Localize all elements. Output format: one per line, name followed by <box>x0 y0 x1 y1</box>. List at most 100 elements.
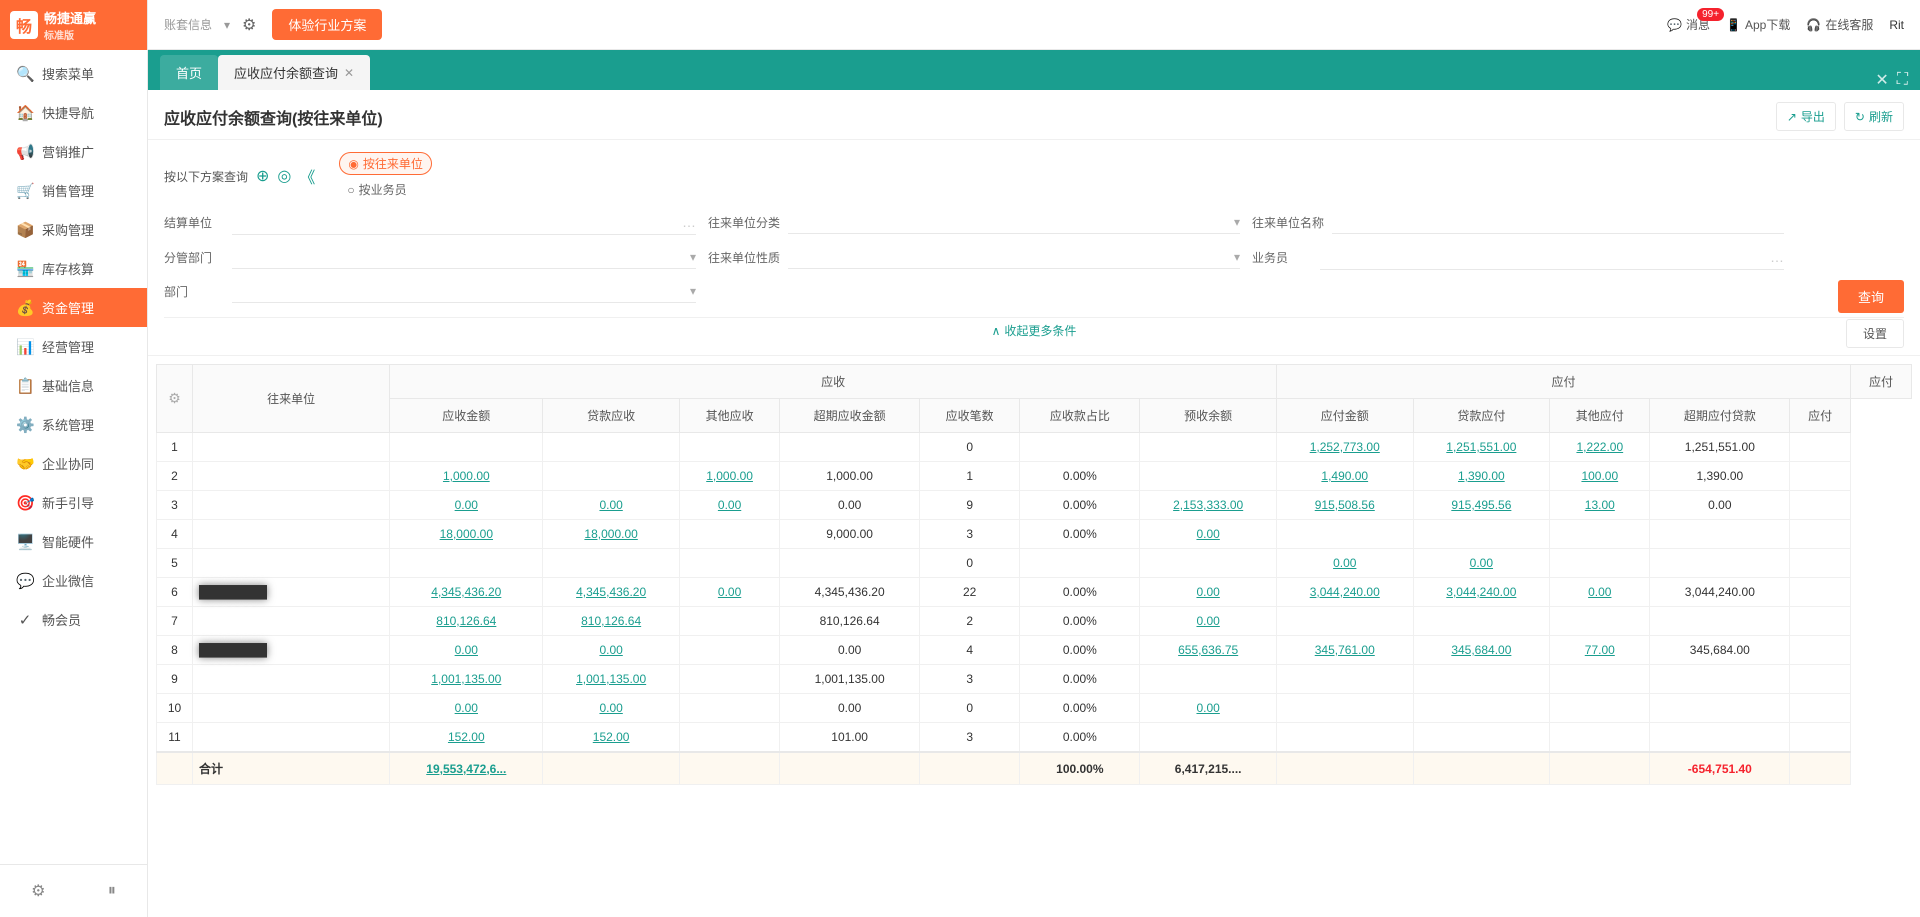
footer-ar-amount[interactable]: 19,553,472,6... <box>390 752 543 785</box>
tab-home-label: 首页 <box>176 63 202 82</box>
filter-row-2: 分管部门 ▾ 往来单位性质 ▾ 业务员 … <box>164 245 1904 270</box>
home-icon: 🏠 <box>16 104 34 122</box>
tab-ar-ap[interactable]: 应收应付余额查询 ✕ <box>218 55 370 90</box>
sidebar-settings-button[interactable]: ⚙ <box>19 873 57 909</box>
scheme-settings-button[interactable]: ◎ <box>277 166 291 186</box>
sidebar-item-finance[interactable]: 💰 资金管理 <box>0 288 147 327</box>
th-ar-loan: 贷款应收 <box>543 399 680 433</box>
filter-row-3: 部门 ▾ <box>164 280 1904 303</box>
filter-scheme-row: 按以下方案查询 ⊕ ◎ 《 ◉ 按往来单位 ○ 按业务员 <box>164 152 1904 200</box>
salesperson-dots[interactable]: … <box>1770 249 1784 265</box>
dept-chevron[interactable]: ▾ <box>690 284 696 298</box>
scheme-by-staff[interactable]: ○ 按业务员 <box>339 179 432 200</box>
table-config-icon[interactable]: ⚙ <box>168 390 181 406</box>
sidebar-item-quicknav[interactable]: 🏠 快捷导航 <box>0 93 147 132</box>
th-ar-overdue: 超期应收金额 <box>780 399 920 433</box>
message-button[interactable]: 💬 消息 99+ <box>1667 16 1710 33</box>
filter-salesperson: 业务员 … <box>1252 245 1784 270</box>
sidebar-item-operation[interactable]: 📊 经营管理 <box>0 327 147 366</box>
sidebar-item-guide[interactable]: 🎯 新手引导 <box>0 483 147 522</box>
dept-manage-chevron[interactable]: ▾ <box>690 250 696 264</box>
sidebar-collapse-button[interactable]: ⏸ <box>96 874 128 908</box>
th-ap-group: 应付 <box>1276 365 1850 399</box>
th-ap-loan: 贷款应付 <box>1413 399 1550 433</box>
sidebar-nav: 🔍 搜索菜单 🏠 快捷导航 📢 营销推广 🛒 销售管理 📦 采购管理 🏪 库存核… <box>0 50 147 864</box>
setting-button[interactable]: 设置 <box>1846 319 1904 348</box>
sidebar-item-wechat[interactable]: 💬 企业微信 <box>0 561 147 600</box>
settlement-unit-label: 结算单位 <box>164 214 224 231</box>
sidebar-item-hardware[interactable]: 🖥️ 智能硬件 <box>0 522 147 561</box>
header-right: 💬 消息 99+ 📱 App下载 🎧 在线客服 Rit <box>1667 16 1904 33</box>
app-download-button[interactable]: 📱 App下载 <box>1726 16 1790 33</box>
export-button[interactable]: ↗ 导出 <box>1776 102 1836 131</box>
collapse-button[interactable]: ∧ 收起更多条件 <box>164 317 1904 343</box>
scheme-by-partner[interactable]: ◉ 按往来单位 <box>339 152 432 175</box>
sidebar-item-member[interactable]: ✓ 畅会员 <box>0 600 147 639</box>
partner-category-label: 往来单位分类 <box>708 214 780 231</box>
query-button[interactable]: 查询 <box>1838 280 1904 313</box>
sidebar-item-enterprise[interactable]: 🤝 企业协同 <box>0 444 147 483</box>
breadcrumb: 账套信息 <box>164 16 212 33</box>
filter-partner-nature: 往来单位性质 ▾ <box>708 246 1240 269</box>
wechat-icon: 💬 <box>16 572 34 590</box>
add-scheme-button[interactable]: ⊕ <box>256 166 269 186</box>
table-row: 21,000.001,000.001,000.0010.00%1,490.001… <box>157 462 1912 491</box>
tab-maximize-icon[interactable]: ⛶ <box>1897 71 1908 89</box>
system-icon: ⚙️ <box>16 416 34 434</box>
th-config: ⚙ <box>157 365 193 433</box>
breadcrumb-dropdown[interactable]: ▾ <box>224 18 230 32</box>
partner-name-label: 往来单位名称 <box>1252 214 1324 231</box>
sidebar-footer: ⚙ ⏸ <box>0 864 147 917</box>
filter-partner-name: 往来单位名称 <box>1252 211 1784 234</box>
breadcrumb-text: 账套信息 <box>164 16 212 33</box>
sidebar: 畅 畅捷通赢 标准版 🔍 搜索菜单 🏠 快捷导航 📢 营销推广 🛒 销售管理 📦… <box>0 0 148 917</box>
tab-close-icon[interactable]: ✕ <box>344 66 354 80</box>
app-version: 标准版 <box>44 27 96 42</box>
tab-ar-ap-label: 应收应付余额查询 <box>234 63 338 82</box>
partner-name-input[interactable] <box>1332 211 1784 234</box>
table-row: 418,000.0018,000.009,000.0030.00%0.00 <box>157 520 1912 549</box>
table-row: 7810,126.64810,126.64810,126.6420.00%0.0… <box>157 607 1912 636</box>
tab-close-all-icon[interactable]: ✕ <box>1875 70 1888 90</box>
filter-area: 按以下方案查询 ⊕ ◎ 《 ◉ 按往来单位 ○ 按业务员 <box>148 140 1920 356</box>
th-ar-ratio: 应收款占比 <box>1020 399 1140 433</box>
refresh-button[interactable]: ↻ 刷新 <box>1844 102 1904 131</box>
industry-solution-button[interactable]: 体验行业方案 <box>272 9 382 40</box>
tab-home[interactable]: 首页 <box>160 55 218 90</box>
filter-settlement-unit: 结算单位 … <box>164 210 696 235</box>
sidebar-item-sales[interactable]: 🛒 销售管理 <box>0 171 147 210</box>
online-service-button[interactable]: 🎧 在线客服 <box>1806 16 1873 33</box>
th-ar-group: 应收 <box>390 365 1277 399</box>
table-row: 6████████4,345,436.204,345,436.200.004,3… <box>157 578 1912 607</box>
sidebar-item-system[interactable]: ⚙️ 系统管理 <box>0 405 147 444</box>
partner-category-chevron[interactable]: ▾ <box>1234 215 1240 229</box>
collapse-icon: ∧ <box>992 324 1001 338</box>
app-name: 畅捷通赢 <box>44 8 96 27</box>
page-actions: ↗ 导出 ↻ 刷新 <box>1776 102 1904 131</box>
filter-wrapper: 按以下方案查询 ⊕ ◎ 《 ◉ 按往来单位 ○ 按业务员 <box>148 140 1920 356</box>
logo-icon: 畅 <box>10 11 38 39</box>
page-header: 应收应付余额查询(按往来单位) ↗ 导出 ↻ 刷新 <box>148 90 1920 140</box>
partner-nature-chevron[interactable]: ▾ <box>1234 250 1240 264</box>
sidebar-item-basic[interactable]: 📋 基础信息 <box>0 366 147 405</box>
page-title: 应收应付余额查询(按往来单位) <box>164 105 383 129</box>
data-table: ⚙ 往来单位 应收 应付 应付 应收金额 贷款应收 其他应收 超期应收金额 应收… <box>156 364 1912 785</box>
hardware-icon: 🖥️ <box>16 533 34 551</box>
operation-icon: 📊 <box>16 338 34 356</box>
scheme-collapse-button[interactable]: 《 <box>299 164 315 188</box>
table-row: 8████████0.000.000.0040.00%655,636.75345… <box>157 636 1912 665</box>
table-area: ⚙ 往来单位 应收 应付 应付 应收金额 贷款应收 其他应收 超期应收金额 应收… <box>148 364 1920 793</box>
settlement-unit-dots[interactable]: … <box>682 214 696 230</box>
table-row: 11152.00152.00101.0030.00% <box>157 723 1912 753</box>
settings-gear-icon[interactable]: ⚙ <box>242 15 256 35</box>
sidebar-item-search[interactable]: 🔍 搜索菜单 <box>0 54 147 93</box>
sidebar-item-inventory[interactable]: 🏪 库存核算 <box>0 249 147 288</box>
sidebar-item-marketing[interactable]: 📢 营销推广 <box>0 132 147 171</box>
refresh-icon: ↻ <box>1855 110 1865 124</box>
username-display[interactable]: Rit <box>1889 18 1904 32</box>
message-badge: 99+ <box>1697 8 1724 21</box>
enterprise-icon: 🤝 <box>16 455 34 473</box>
tab-bar: 首页 应收应付余额查询 ✕ ✕ ⛶ <box>148 50 1920 90</box>
purchase-icon: 📦 <box>16 221 34 239</box>
sidebar-item-purchase[interactable]: 📦 采购管理 <box>0 210 147 249</box>
